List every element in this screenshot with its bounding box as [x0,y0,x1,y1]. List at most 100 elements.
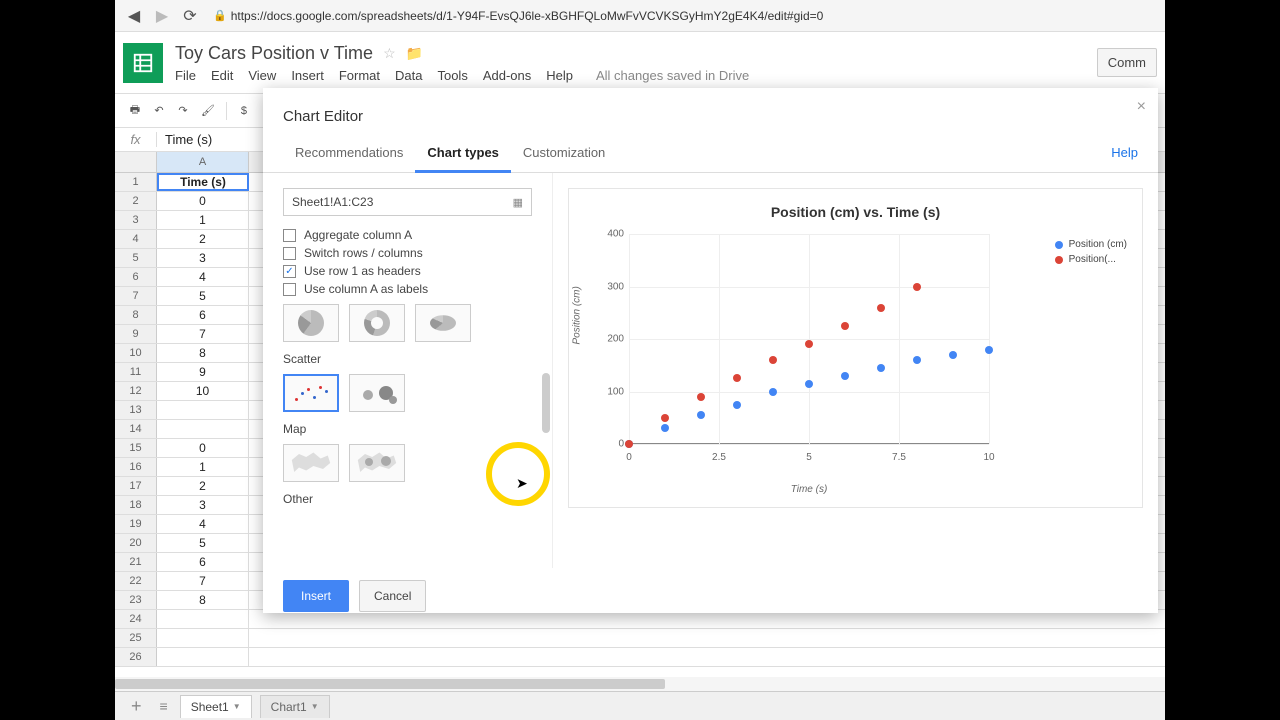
cell[interactable]: 6 [157,553,249,571]
reload-button[interactable]: ⟳ [181,7,199,25]
cell[interactable]: 8 [157,344,249,362]
row-header[interactable]: 14 [115,420,157,438]
cell[interactable]: 7 [157,325,249,343]
help-link[interactable]: Help [1111,135,1138,172]
row-header[interactable]: 18 [115,496,157,514]
cell[interactable]: 2 [157,230,249,248]
print-icon[interactable]: 🖶 [125,98,145,123]
cell[interactable] [157,648,249,666]
cell[interactable]: 9 [157,363,249,381]
cell[interactable] [157,610,249,628]
cell[interactable]: 10 [157,382,249,400]
paint-format-icon[interactable]: 🖌 [197,101,219,120]
cell[interactable]: 3 [157,249,249,267]
row-header[interactable]: 23 [115,591,157,609]
row-header[interactable]: 24 [115,610,157,628]
chart-type-scatter[interactable] [283,374,339,412]
use-colA-checkbox[interactable]: Use column A as labels [283,282,532,296]
close-icon[interactable]: × [1137,98,1146,116]
row-header[interactable]: 22 [115,572,157,590]
currency-button[interactable]: $ [234,102,254,120]
aggregate-checkbox[interactable]: Aggregate column A [283,228,532,242]
cell[interactable]: 0 [157,439,249,457]
cell[interactable]: 4 [157,515,249,533]
doc-title[interactable]: Toy Cars Position v Time [175,43,373,64]
chart-type-pie-3d[interactable] [415,304,471,342]
row-header[interactable]: 10 [115,344,157,362]
menu-insert[interactable]: Insert [291,68,324,83]
cell[interactable]: Time (s) [157,173,249,191]
chart-type-donut[interactable] [349,304,405,342]
cell[interactable]: 4 [157,268,249,286]
cell[interactable]: 5 [157,287,249,305]
cell[interactable] [157,629,249,647]
row-header[interactable]: 5 [115,249,157,267]
chart-type-bubble[interactable] [349,374,405,412]
star-icon[interactable]: ☆ [383,45,396,62]
row-header[interactable]: 16 [115,458,157,476]
chart-type-geo[interactable] [283,444,339,482]
tab-customization[interactable]: Customization [511,135,617,172]
undo-icon[interactable]: ↶ [149,101,169,120]
row-header[interactable]: 2 [115,192,157,210]
options-scrollbar[interactable] [542,373,550,433]
row-header[interactable]: 4 [115,230,157,248]
row-header[interactable]: 1 [115,173,157,191]
sheet-tab-sheet1[interactable]: Sheet1▼ [180,695,252,718]
grid-icon[interactable]: ▦ [513,196,523,209]
fx-value[interactable]: Time (s) [157,132,220,147]
row-header[interactable]: 11 [115,363,157,381]
switch-rows-checkbox[interactable]: Switch rows / columns [283,246,532,260]
add-sheet-button[interactable]: + [125,696,148,717]
row-header[interactable]: 17 [115,477,157,495]
select-all-corner[interactable] [115,152,157,172]
row-header[interactable]: 12 [115,382,157,400]
cell[interactable]: 5 [157,534,249,552]
cell[interactable]: 2 [157,477,249,495]
url-bar[interactable]: 🔒https://docs.google.com/spreadsheets/d/… [209,7,1155,25]
row-header[interactable]: 19 [115,515,157,533]
forward-button[interactable]: ▶ [153,7,171,25]
tab-chart-types[interactable]: Chart types [415,135,511,173]
cell[interactable]: 6 [157,306,249,324]
menu-data[interactable]: Data [395,68,422,83]
comments-button[interactable]: Comm [1097,48,1157,77]
row-header[interactable]: 25 [115,629,157,647]
cancel-button[interactable]: Cancel [359,580,426,612]
cell[interactable]: 3 [157,496,249,514]
menu-addons[interactable]: Add-ons [483,68,531,83]
data-range-input[interactable]: Sheet1!A1:C23▦ [283,188,532,216]
row-header[interactable]: 13 [115,401,157,419]
menu-format[interactable]: Format [339,68,380,83]
row-header[interactable]: 6 [115,268,157,286]
redo-icon[interactable]: ↷ [173,101,193,120]
menu-file[interactable]: File [175,68,196,83]
cell[interactable]: 1 [157,458,249,476]
sheet-tab-chart1[interactable]: Chart1▼ [260,695,330,718]
row-header[interactable]: 15 [115,439,157,457]
row-header[interactable]: 8 [115,306,157,324]
horizontal-scrollbar[interactable] [115,677,1165,691]
row-header[interactable]: 7 [115,287,157,305]
chart-type-pie[interactable] [283,304,339,342]
row-header[interactable]: 9 [115,325,157,343]
cell[interactable] [157,401,249,419]
cell[interactable]: 8 [157,591,249,609]
row-header[interactable]: 26 [115,648,157,666]
cell[interactable] [157,420,249,438]
menu-edit[interactable]: Edit [211,68,233,83]
menu-view[interactable]: View [248,68,276,83]
cell[interactable]: 1 [157,211,249,229]
row-header[interactable]: 21 [115,553,157,571]
tab-recommendations[interactable]: Recommendations [283,135,415,172]
sheets-app-icon[interactable] [123,43,163,83]
use-row1-checkbox[interactable]: ✓Use row 1 as headers [283,264,532,278]
row-header[interactable]: 3 [115,211,157,229]
column-header-a[interactable]: A [157,152,249,172]
menu-tools[interactable]: Tools [437,68,467,83]
cell[interactable]: 7 [157,572,249,590]
insert-button[interactable]: Insert [283,580,349,612]
menu-help[interactable]: Help [546,68,573,83]
folder-icon[interactable]: 📁 [406,45,423,62]
back-button[interactable]: ◀ [125,7,143,25]
